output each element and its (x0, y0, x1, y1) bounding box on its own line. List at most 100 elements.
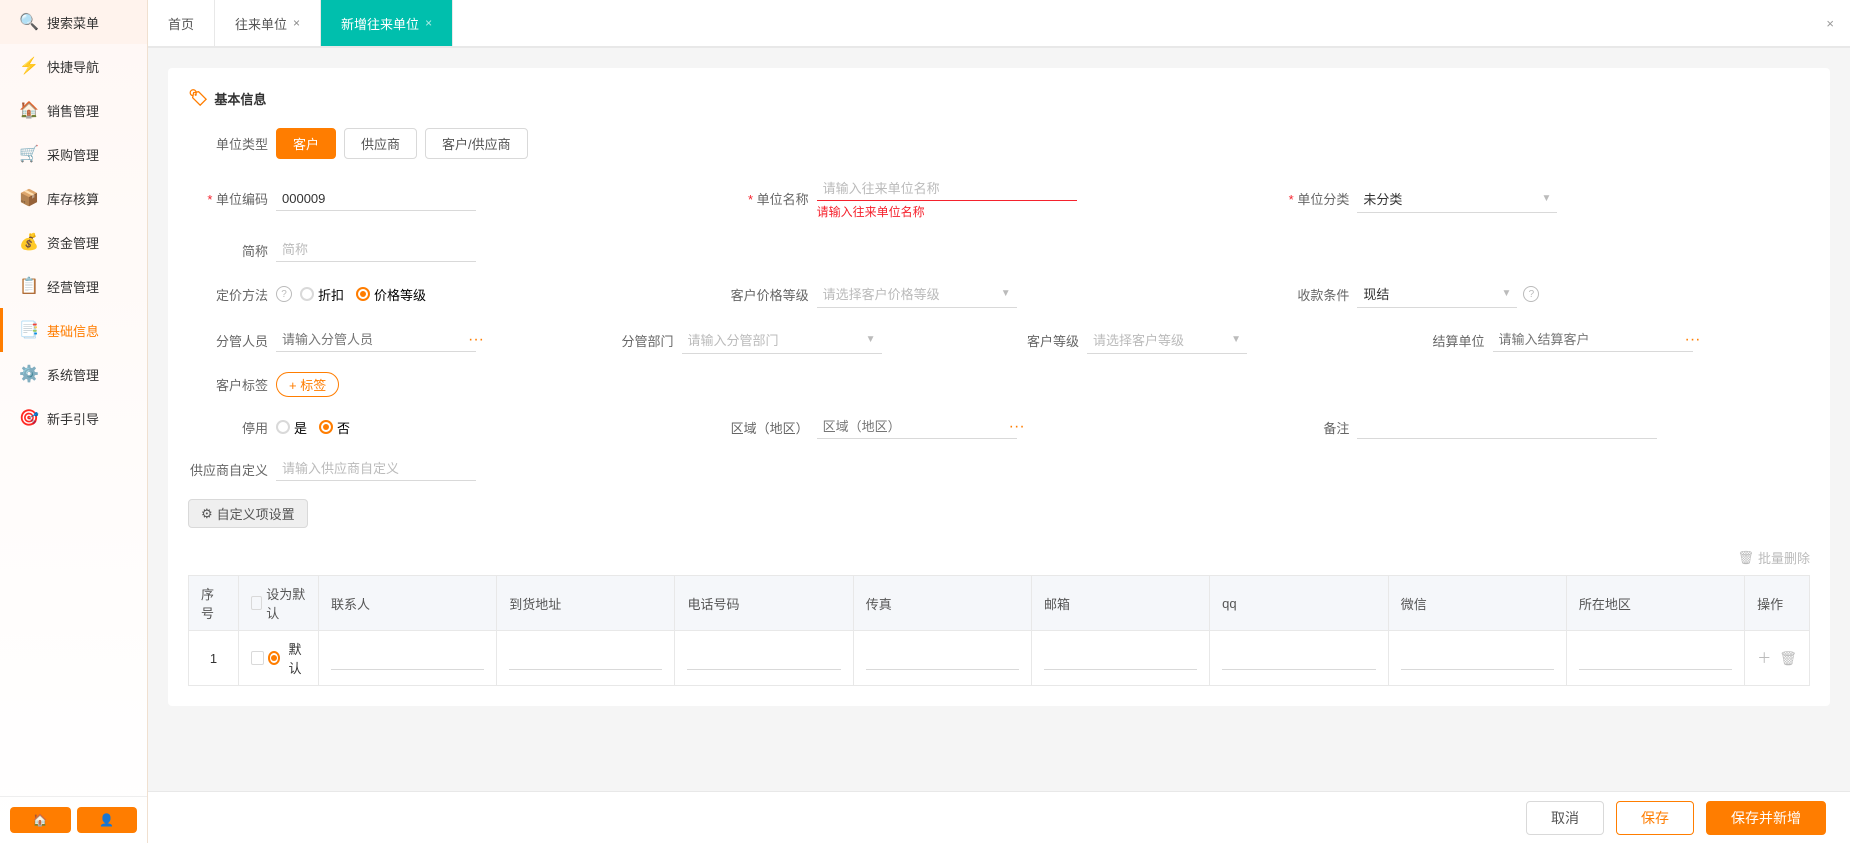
tab-new-contact[interactable]: 新增往来单位 × (321, 0, 453, 46)
custom-settings-button[interactable]: ⚙ 自定义项设置 (188, 499, 308, 528)
phone-input[interactable] (687, 646, 840, 670)
add-row-button[interactable]: ＋ (1757, 648, 1771, 668)
add-tag-label: + 标签 (289, 375, 326, 394)
add-tag-button[interactable]: + 标签 (276, 372, 339, 397)
unit-category-group: 单位分类 未分类 ▼ (1269, 185, 1810, 213)
sidebar-item-newbie[interactable]: 🎯 新手引导 (0, 396, 147, 440)
dept-placeholder: 请输入分管部门 (688, 330, 866, 349)
type-btn-both[interactable]: 客户/供应商 (425, 128, 528, 159)
pricing-help-icon[interactable]: ? (276, 286, 292, 302)
sidebar-item-inventory[interactable]: 📦 库存核算 (0, 176, 147, 220)
wechat-input[interactable] (1401, 646, 1554, 670)
chevron-down-icon: ▼ (1541, 193, 1551, 204)
sidebar-item-label: 库存核算 (47, 189, 99, 208)
unit-type-row: 单位类型 客户 供应商 客户/供应商 (188, 128, 1810, 159)
remark-input[interactable] (1357, 415, 1657, 439)
unit-name-input[interactable] (817, 177, 1077, 201)
pricing-radio-discount[interactable]: 折扣 (300, 285, 344, 304)
manager-input[interactable] (276, 328, 464, 351)
pricing-label: 定价方法 (188, 285, 268, 304)
unit-code-group: 单位编码 (188, 187, 729, 211)
customer-level-select[interactable]: 请选择客户等级 ▼ (1087, 326, 1247, 354)
save-button[interactable]: 保存 (1616, 801, 1694, 835)
operations-icon: 📋 (19, 276, 39, 296)
qq-input[interactable] (1222, 646, 1376, 670)
delete-row-button[interactable]: 🗑 (1779, 650, 1797, 667)
sidebar-item-operations[interactable]: 📋 经营管理 (0, 264, 147, 308)
pricing-radio-level[interactable]: 价格等级 (356, 285, 426, 304)
fax-input[interactable] (866, 646, 1019, 670)
sidebar-item-search[interactable]: 🔍 搜索菜单 (0, 0, 147, 44)
region-dots-button[interactable]: ··· (1005, 418, 1029, 436)
type-btn-supplier[interactable]: 供应商 (344, 128, 417, 159)
row-action: ＋ 🗑 (1745, 631, 1810, 686)
supplier-custom-row: 供应商自定义 (188, 457, 1810, 481)
unit-type-label: 单位类型 (188, 134, 268, 153)
dept-select[interactable]: 请输入分管部门 ▼ (682, 326, 882, 354)
col-default: 设为默认 (239, 576, 319, 631)
chevron-down-icon: ▼ (866, 334, 876, 345)
supplier-custom-input[interactable] (276, 457, 476, 481)
customer-price-select[interactable]: 请选择客户价格等级 ▼ (817, 280, 1017, 308)
tab-contacts-close[interactable]: × (293, 16, 300, 30)
row-checkbox[interactable] (251, 651, 264, 665)
sidebar-item-purchase[interactable]: 🛒 采购管理 (0, 132, 147, 176)
user-icon-btn[interactable]: 👤 (77, 807, 138, 833)
pricing-radio-group: 折扣 价格等级 (300, 285, 426, 304)
sidebar-item-quick-nav[interactable]: ⚡ 快捷导航 (0, 44, 147, 88)
short-name-group: 简称 (188, 238, 528, 262)
batch-delete-button[interactable]: 🗑 批量删除 (1737, 548, 1810, 567)
manager-dots-button[interactable]: ··· (464, 331, 488, 349)
purchase-icon: 🛒 (19, 144, 39, 164)
default-radio-circle (268, 651, 280, 665)
sidebar-item-label: 系统管理 (47, 365, 99, 384)
manager-group: 分管人员 ··· (188, 328, 594, 352)
custom-settings-area: ⚙ 自定义项设置 (188, 499, 1810, 540)
contact-input[interactable] (331, 646, 484, 670)
sidebar-item-finance[interactable]: 💰 资金管理 (0, 220, 147, 264)
region-group: 区域（地区） ··· (729, 415, 1270, 439)
disabled-radio-no[interactable]: 否 (319, 418, 350, 437)
set-default-radio[interactable]: 默认 (268, 639, 307, 677)
customer-price-group: 客户价格等级 请选择客户价格等级 ▼ (729, 280, 1270, 308)
short-name-input[interactable] (276, 238, 476, 262)
payment-terms-select[interactable]: 现结 ▼ (1357, 280, 1517, 308)
email-input[interactable] (1044, 646, 1197, 670)
sidebar-item-sales[interactable]: 🏠 销售管理 (0, 88, 147, 132)
code-name-row: 单位编码 单位名称 请输入往来单位名称 单位分类 未分类 ▼ (188, 177, 1810, 220)
cancel-button[interactable]: 取消 (1526, 801, 1604, 835)
region-input[interactable] (817, 415, 1005, 438)
tab-home[interactable]: 首页 (148, 0, 215, 46)
settlement-unit-input[interactable] (1493, 328, 1681, 351)
window-close-button[interactable]: × (1810, 0, 1850, 46)
row-region-input[interactable] (1579, 646, 1732, 670)
form-footer: 取消 保存 保存并新增 (148, 791, 1850, 843)
save-new-button[interactable]: 保存并新增 (1706, 801, 1826, 835)
type-btn-customer[interactable]: 客户 (276, 128, 336, 159)
unit-code-input[interactable] (276, 187, 476, 211)
sidebar-item-label: 快捷导航 (47, 57, 99, 76)
payment-help-icon[interactable]: ? (1523, 286, 1539, 302)
chevron-down-icon: ▼ (1231, 334, 1241, 345)
disabled-radio-yes[interactable]: 是 (276, 418, 307, 437)
select-all-checkbox[interactable] (251, 596, 262, 610)
settlement-unit-group: 结算单位 ··· (1405, 328, 1811, 352)
unit-category-select[interactable]: 未分类 ▼ (1357, 185, 1557, 213)
unit-name-group: 单位名称 请输入往来单位名称 (729, 177, 1270, 220)
sidebar-item-label: 基础信息 (47, 321, 99, 340)
manager-input-group: ··· (276, 328, 476, 352)
sidebar-item-basic[interactable]: 📑 基础信息 (0, 308, 147, 352)
form-content: 🏷 基本信息 单位类型 客户 供应商 客户/供应商 单位编码 (148, 48, 1850, 791)
sidebar: 🔍 搜索菜单 ⚡ 快捷导航 🏠 销售管理 🛒 采购管理 📦 库存核算 💰 资金管… (0, 0, 148, 843)
sidebar-item-system[interactable]: ⚙️ 系统管理 (0, 352, 147, 396)
col-phone: 电话号码 (675, 576, 853, 631)
tab-new-contact-close[interactable]: × (425, 16, 432, 30)
home-icon-btn[interactable]: 🏠 (10, 807, 71, 833)
unit-type-buttons: 客户 供应商 客户/供应商 (276, 128, 528, 159)
address-input[interactable] (509, 646, 662, 670)
unit-type-group: 单位类型 客户 供应商 客户/供应商 (188, 128, 1810, 159)
section-title-text: 基本信息 (214, 89, 266, 108)
settlement-dots-button[interactable]: ··· (1681, 331, 1705, 349)
manager-label: 分管人员 (188, 331, 268, 350)
tab-contacts[interactable]: 往来单位 × (215, 0, 321, 46)
